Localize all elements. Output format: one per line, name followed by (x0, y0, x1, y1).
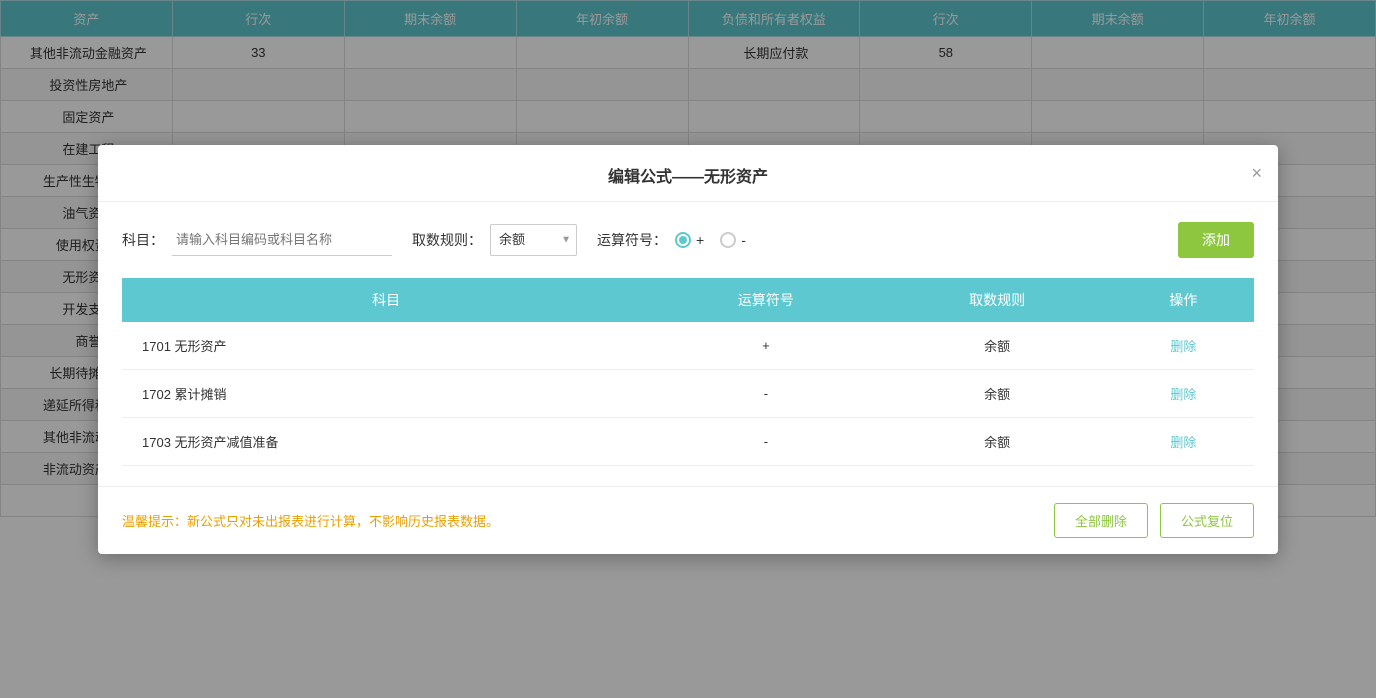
delete-row-link[interactable]: 删除 (1170, 387, 1196, 402)
table-row: 1701 无形资产+余额 删除 (122, 322, 1254, 370)
modal-header: 编辑公式——无形资产 × (98, 145, 1278, 202)
th-subject: 科目 (122, 278, 650, 322)
rule-select-wrapper: 余额 借方 贷方 借方累计 贷方累计 ▼ (490, 224, 577, 256)
footer-buttons: 全部删除 公式复位 (1054, 503, 1254, 538)
form-row: 科目： 取数规则： 余额 借方 贷方 借方累计 贷方累计 ▼ (122, 222, 1254, 258)
formula-action: 删除 (1113, 417, 1254, 465)
operator-minus-label: - (741, 232, 746, 248)
add-button[interactable]: 添加 (1178, 222, 1254, 258)
modal-overlay: 编辑公式——无形资产 × 科目： 取数规则： 余额 借方 贷方 (0, 0, 1376, 698)
operator-plus-label: + (696, 232, 704, 248)
formula-rule: 余额 (882, 322, 1113, 370)
formula-rule: 余额 (882, 417, 1113, 465)
operator-minus-radio[interactable]: - (720, 232, 746, 248)
formula-action: 删除 (1113, 369, 1254, 417)
table-row: 1703 无形资产减值准备-余额 删除 (122, 417, 1254, 465)
formula-rule: 余额 (882, 369, 1113, 417)
rule-label: 取数规则： (412, 230, 482, 250)
subject-label: 科目： (122, 230, 164, 250)
subject-input[interactable] (172, 224, 392, 256)
footer-tip: 温馨提示：新公式只对未出报表进行计算，不影响历史报表数据。 (122, 511, 499, 530)
formula-subject: 1702 累计摊销 (122, 369, 650, 417)
edit-formula-modal: 编辑公式——无形资产 × 科目： 取数规则： 余额 借方 贷方 (98, 145, 1278, 554)
formula-table: 科目 运算符号 取数规则 操作 1701 无形资产+余额删除1702 累计摊销-… (122, 278, 1254, 466)
table-row: 1702 累计摊销-余额 删除 (122, 369, 1254, 417)
modal-footer: 温馨提示：新公式只对未出报表进行计算，不影响历史报表数据。 全部删除 公式复位 (98, 486, 1278, 554)
operator-plus-radio[interactable]: + (675, 232, 704, 248)
reset-formula-button[interactable]: 公式复位 (1160, 503, 1254, 538)
subject-group: 科目： (122, 224, 392, 256)
th-rule: 取数规则 (882, 278, 1113, 322)
operator-group: 运算符号： + - (597, 230, 746, 250)
formula-subject: 1703 无形资产减值准备 (122, 417, 650, 465)
operator-radio-group: + - (675, 232, 746, 248)
formula-action: 删除 (1113, 322, 1254, 370)
modal-body: 科目： 取数规则： 余额 借方 贷方 借方累计 贷方累计 ▼ (98, 202, 1278, 486)
formula-operator: - (650, 369, 881, 417)
th-action: 操作 (1113, 278, 1254, 322)
rule-group: 取数规则： 余额 借方 贷方 借方累计 贷方累计 ▼ (412, 224, 577, 256)
formula-subject: 1701 无形资产 (122, 322, 650, 370)
formula-operator: + (650, 322, 881, 370)
th-operator: 运算符号 (650, 278, 881, 322)
radio-plus-circle (675, 232, 691, 248)
operator-label: 运算符号： (597, 230, 667, 250)
delete-all-button[interactable]: 全部删除 (1054, 503, 1148, 538)
modal-close-button[interactable]: × (1251, 164, 1262, 182)
modal-title: 编辑公式——无形资产 (608, 169, 768, 186)
delete-row-link[interactable]: 删除 (1170, 435, 1196, 450)
formula-operator: - (650, 417, 881, 465)
delete-row-link[interactable]: 删除 (1170, 339, 1196, 354)
rule-select[interactable]: 余额 借方 贷方 借方累计 贷方累计 (490, 224, 577, 256)
table-header-row: 科目 运算符号 取数规则 操作 (122, 278, 1254, 322)
radio-minus-circle (720, 232, 736, 248)
